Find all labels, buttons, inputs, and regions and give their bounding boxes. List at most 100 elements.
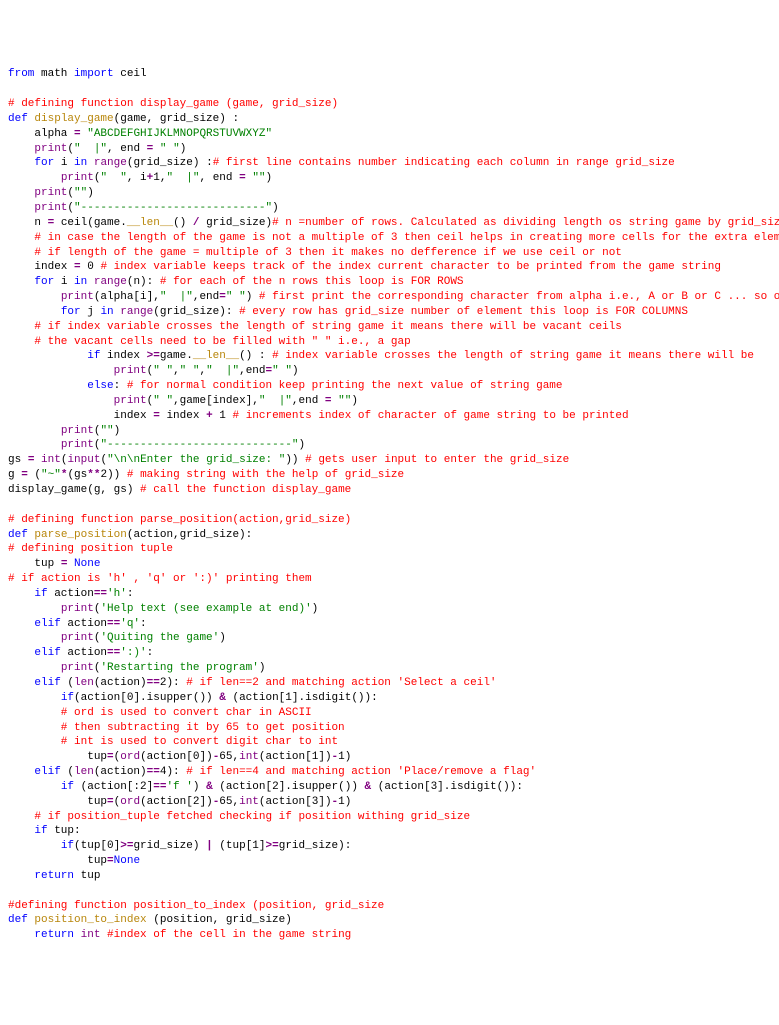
builtin-print: print [61,439,94,451]
number: 1 [338,796,345,808]
string: " " [160,143,180,155]
op: >= [147,350,160,362]
indent [8,439,61,451]
text: ]) [318,751,331,763]
indent [8,825,34,837]
string: "ABCDEFGHIJKLMNOPQRSTUVWXYZ" [87,128,272,140]
builtin-print: print [114,365,147,377]
op: = [153,410,160,422]
space [100,929,107,941]
keyword-return: return [34,929,74,941]
text: ] [114,840,121,852]
builtin-print: print [34,187,67,199]
string: "~" [41,469,61,481]
text: , [233,796,240,808]
keyword-import: import [74,68,114,80]
function-name: parse_position [34,529,126,541]
text: index [160,410,206,422]
text: (tup[ [213,840,253,852]
keyword-for: for [34,157,54,169]
keyword-if: if [61,781,74,793]
paren: ) [266,172,273,184]
string: ':)' [120,647,146,659]
keyword-in: in [74,157,87,169]
text: i [54,157,74,169]
keyword-if: if [34,588,47,600]
string: " |" [206,365,239,377]
number: 0 [107,840,114,852]
paren: ) [219,632,226,644]
text: (action) [94,677,147,689]
comment: # if action is 'h' , 'q' or ':)' printin… [8,573,312,585]
comment: # gets user input to enter the grid_size [305,454,569,466]
keyword-elif: elif [34,618,60,630]
op: - [332,796,339,808]
space [28,914,35,926]
text: tup [8,558,61,570]
keyword-elif: elif [34,677,60,689]
op: - [332,751,339,763]
comment: # call the function display_game [140,484,351,496]
number: 0 [87,261,94,273]
text: tup [74,870,100,882]
indent [8,291,61,303]
indent [8,380,87,392]
op: == [153,781,166,793]
comment: # then subtracting it by 65 to get posit… [8,722,345,734]
string: 'f ' [166,781,192,793]
indent [8,425,61,437]
text: , [173,365,180,377]
indent [8,766,34,778]
comment: # increments index of character of game … [233,410,629,422]
text: display_game(g, gs) [8,484,140,496]
text: () [173,217,193,229]
text: ): [166,677,186,689]
text: ] [259,840,266,852]
text: () : [239,350,272,362]
string: "" [100,425,113,437]
keyword-for: for [34,276,54,288]
keyword-return: return [34,870,74,882]
text: (n): [127,276,160,288]
comment: # making string with the help of grid_si… [127,469,404,481]
number: 4 [160,766,167,778]
indent [8,603,61,615]
comment: # first print the corresponding characte… [259,291,779,303]
string: " |" [74,143,107,155]
indent [8,840,61,852]
text: ].isdigit()): [292,692,378,704]
space [87,276,94,288]
comment: #index of the cell in the game string [107,929,351,941]
builtin-print: print [61,291,94,303]
indent [8,632,61,644]
op: ** [87,469,100,481]
comment: # first line contains number indicating … [213,157,675,169]
builtin-len: len [74,766,94,778]
space [87,157,94,169]
text: grid_size) [199,217,272,229]
op: - [213,751,220,763]
colon: : [140,618,147,630]
comment: # n =number of rows. Calculated as divid… [272,217,779,229]
comment: # defining function parse_position(actio… [8,514,351,526]
comment: # the vacant cells need to be filled wit… [8,336,411,348]
text: ( [28,469,41,481]
paren: ) [180,143,187,155]
indent: alpha [8,128,74,140]
text: ,end [292,395,325,407]
op: == [107,618,120,630]
text: , [233,751,240,763]
string: " " [153,395,173,407]
string: "" [252,172,265,184]
text: (action[ [226,692,285,704]
op: = [21,469,28,481]
comment: # defining function display_game (game, … [8,98,338,110]
comment: # index variable crosses the length of s… [272,350,754,362]
builtin-range: range [120,306,153,318]
number: 65 [219,751,232,763]
text: action [61,618,107,630]
op: + [206,410,213,422]
text: ceil [114,68,147,80]
keyword-else: else [87,380,113,392]
indent [8,929,34,941]
